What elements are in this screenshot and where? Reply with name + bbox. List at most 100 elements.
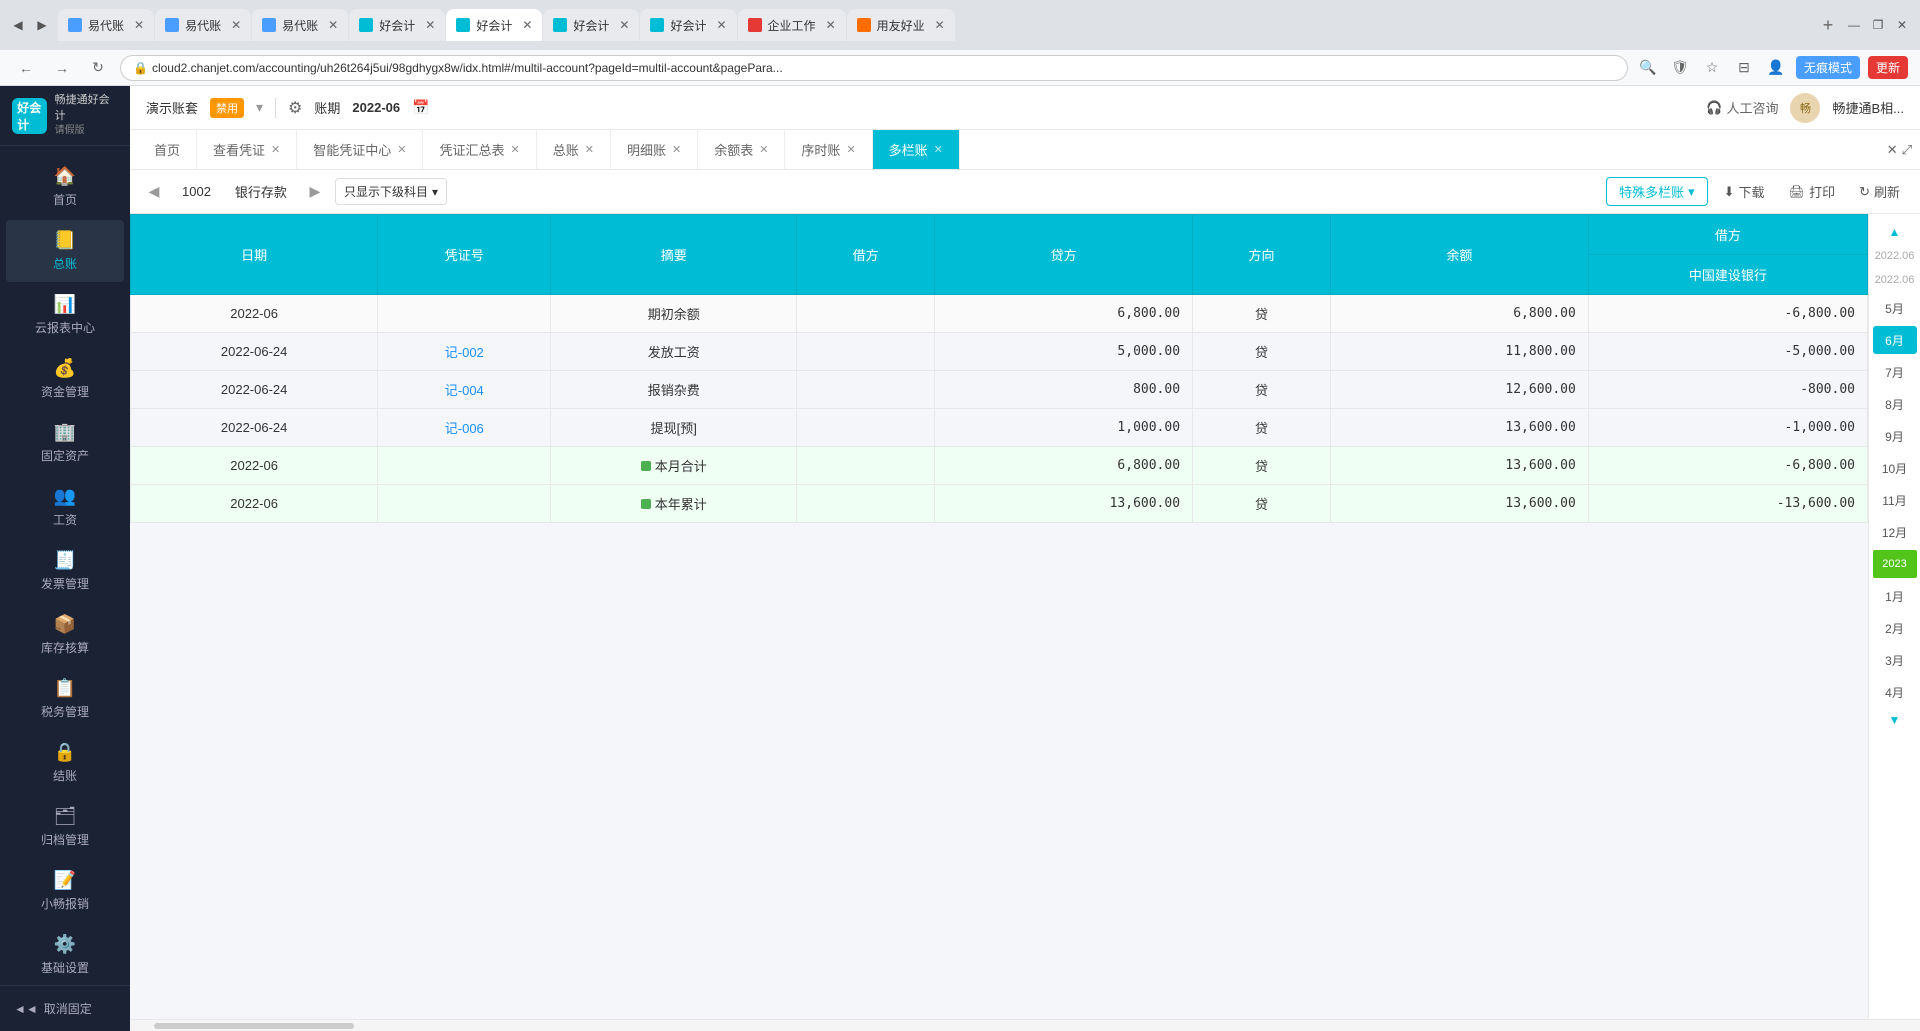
month-2[interactable]: 2月	[1873, 614, 1917, 642]
sidebar-item-expense[interactable]: 📝 小畅报销	[6, 860, 124, 922]
tab-close-icon[interactable]: ✕	[619, 18, 629, 32]
tab-close-icon[interactable]: ✕	[134, 18, 144, 32]
tab-close-icon[interactable]: ✕	[328, 18, 338, 32]
row-voucher-link[interactable]: 记-004	[378, 371, 551, 409]
browser-tab-3[interactable]: 易代账✕	[252, 9, 348, 41]
month-12[interactable]: 12月	[1873, 518, 1917, 546]
period-value[interactable]: 2022-06	[352, 100, 400, 115]
close-smart-voucher-icon[interactable]: ✕	[397, 143, 406, 156]
close-detail-ledger-icon[interactable]: ✕	[672, 143, 681, 156]
tab-close-icon[interactable]: ✕	[826, 18, 836, 32]
browser-tab-1[interactable]: 易代账✕	[58, 9, 154, 41]
tab-close-icon[interactable]: ✕	[935, 18, 945, 32]
month-8[interactable]: 8月	[1873, 390, 1917, 418]
browser-tab-2[interactable]: 易代账✕	[155, 9, 251, 41]
month-1[interactable]: 1月	[1873, 582, 1917, 610]
new-tab-button[interactable]: +	[1814, 11, 1842, 39]
tab-close-icon[interactable]: ✕	[716, 18, 726, 32]
tab-close-icon[interactable]: ✕	[522, 18, 532, 32]
no-trace-button[interactable]: 无痕模式	[1796, 56, 1860, 79]
month-10[interactable]: 10月	[1873, 454, 1917, 482]
special-multicolumn-button[interactable]: 特殊多栏账 ▾	[1606, 177, 1708, 206]
user-avatar[interactable]: 畅	[1790, 93, 1820, 123]
filter-select[interactable]: 只显示下级科目 ▾	[335, 178, 447, 205]
tab-close-icon[interactable]: ✕	[231, 18, 241, 32]
tab-home[interactable]: 首页	[138, 130, 197, 170]
month-9[interactable]: 9月	[1873, 422, 1917, 450]
sidebar-item-settings[interactable]: ⚙️ 基础设置	[6, 924, 124, 985]
browser-tab-9[interactable]: 用友好业✕	[847, 9, 955, 41]
tab-detail-ledger[interactable]: 明细账 ✕	[611, 130, 698, 170]
forward-nav-button[interactable]: →	[48, 54, 76, 82]
tab-smart-voucher[interactable]: 智能凭证中心 ✕	[297, 130, 423, 170]
tab-multicolumn[interactable]: 多栏账 ✕	[873, 130, 960, 170]
table-wrapper[interactable]: 日期 凭证号 摘要 借方 贷方 方向 余额 借方 中国建设银行	[130, 214, 1868, 1019]
download-button[interactable]: ⬇ 下载	[1716, 178, 1773, 205]
next-account-button[interactable]: ▶	[303, 180, 327, 204]
sidebar-item-invoice[interactable]: 🧾 发票管理	[6, 540, 124, 602]
forward-button[interactable]: ▶	[32, 15, 52, 35]
sidebar-item-payroll[interactable]: 👥 工资	[6, 476, 124, 538]
sidebar-item-fund[interactable]: 💰 资金管理	[6, 348, 124, 410]
close-window-button[interactable]: ✕	[1892, 15, 1912, 35]
url-bar[interactable]: 🔒 cloud2.chanjet.com/accounting/uh26t264…	[120, 55, 1628, 81]
sidebar-item-archive[interactable]: 🗂 归档管理	[6, 796, 124, 858]
sidebar-item-report[interactable]: 📊 云报表中心	[6, 284, 124, 346]
maximize-button[interactable]: ❐	[1868, 15, 1888, 35]
refresh-button[interactable]: ↻ 刷新	[1851, 178, 1908, 205]
sidebar-item-asset[interactable]: 🏢 固定资产	[6, 412, 124, 474]
month-6[interactable]: 6月	[1873, 326, 1917, 354]
tab-journal[interactable]: 序时账 ✕	[785, 130, 872, 170]
search-icon[interactable]: 🔍	[1636, 56, 1660, 80]
row-voucher-link[interactable]: 记-002	[378, 333, 551, 371]
profile-icon[interactable]: 👤	[1764, 56, 1788, 80]
tab-view-voucher[interactable]: 查看凭证 ✕	[197, 130, 297, 170]
tab-balance[interactable]: 余额表 ✕	[698, 130, 785, 170]
demo-badge[interactable]: 禁用	[210, 98, 244, 118]
close-journal-icon[interactable]: ✕	[846, 143, 855, 156]
gear-icon[interactable]: ⚙	[288, 98, 302, 118]
month-3[interactable]: 3月	[1873, 646, 1917, 674]
sidebar-item-inventory[interactable]: 📦 库存核算	[6, 604, 124, 666]
sidebar-item-ledger[interactable]: 📒 总账	[6, 220, 124, 282]
month-5[interactable]: 5月	[1873, 294, 1917, 322]
close-view-voucher-icon[interactable]: ✕	[271, 143, 280, 156]
update-button[interactable]: 更新	[1868, 56, 1908, 79]
minimize-button[interactable]: —	[1844, 15, 1864, 35]
back-nav-button[interactable]: ←	[12, 54, 40, 82]
browser-tab-5[interactable]: 好会计✕	[446, 9, 542, 41]
split-screen-icon[interactable]: ⊟	[1732, 56, 1756, 80]
tab-close-icon[interactable]: ✕	[425, 18, 435, 32]
browser-tab-7[interactable]: 好会计✕	[640, 9, 736, 41]
scroll-up-button[interactable]: ▲	[1881, 222, 1909, 242]
month-7[interactable]: 7月	[1873, 358, 1917, 386]
tab-general-ledger[interactable]: 总账 ✕	[537, 130, 611, 170]
sidebar-item-home[interactable]: 🏠 首页	[6, 156, 124, 218]
browser-tab-4[interactable]: 好会计✕	[349, 9, 445, 41]
browser-tab-6[interactable]: 好会计✕	[543, 9, 639, 41]
row-voucher-link[interactable]: 记-006	[378, 409, 551, 447]
browser-tab-8[interactable]: 企业工作✕	[738, 9, 846, 41]
scroll-down-button[interactable]: ▼	[1881, 710, 1909, 730]
print-button[interactable]: 🖨 打印	[1781, 178, 1844, 205]
prev-account-button[interactable]: ◀	[142, 180, 166, 204]
star-icon[interactable]: ☆	[1700, 56, 1724, 80]
calendar-icon[interactable]: 📅	[412, 99, 429, 116]
close-multicolumn-icon[interactable]: ✕	[934, 143, 943, 156]
back-button[interactable]: ◀	[8, 15, 28, 35]
close-balance-icon[interactable]: ✕	[759, 143, 768, 156]
reload-button[interactable]: ↻	[84, 54, 112, 82]
scroll-thumb[interactable]	[154, 1023, 354, 1029]
sidebar-item-close[interactable]: 🔒 结账	[6, 732, 124, 794]
consult-button[interactable]: 🎧 人工咨询	[1706, 98, 1778, 117]
close-voucher-summary-icon[interactable]: ✕	[511, 143, 520, 156]
sidebar-item-tax[interactable]: 📋 税务管理	[6, 668, 124, 730]
unpin-button[interactable]: ◄◄ 取消固定	[8, 994, 122, 1023]
close-general-ledger-icon[interactable]: ✕	[585, 143, 594, 156]
shield-icon[interactable]: 🛡	[1668, 56, 1692, 80]
month-4[interactable]: 4月	[1873, 678, 1917, 706]
tab-collapse-button[interactable]: ✕ ⤢	[1879, 142, 1920, 158]
month-11[interactable]: 11月	[1873, 486, 1917, 514]
chevron-down-icon[interactable]: ▾	[256, 99, 263, 116]
horizontal-scrollbar[interactable]	[130, 1019, 1920, 1031]
